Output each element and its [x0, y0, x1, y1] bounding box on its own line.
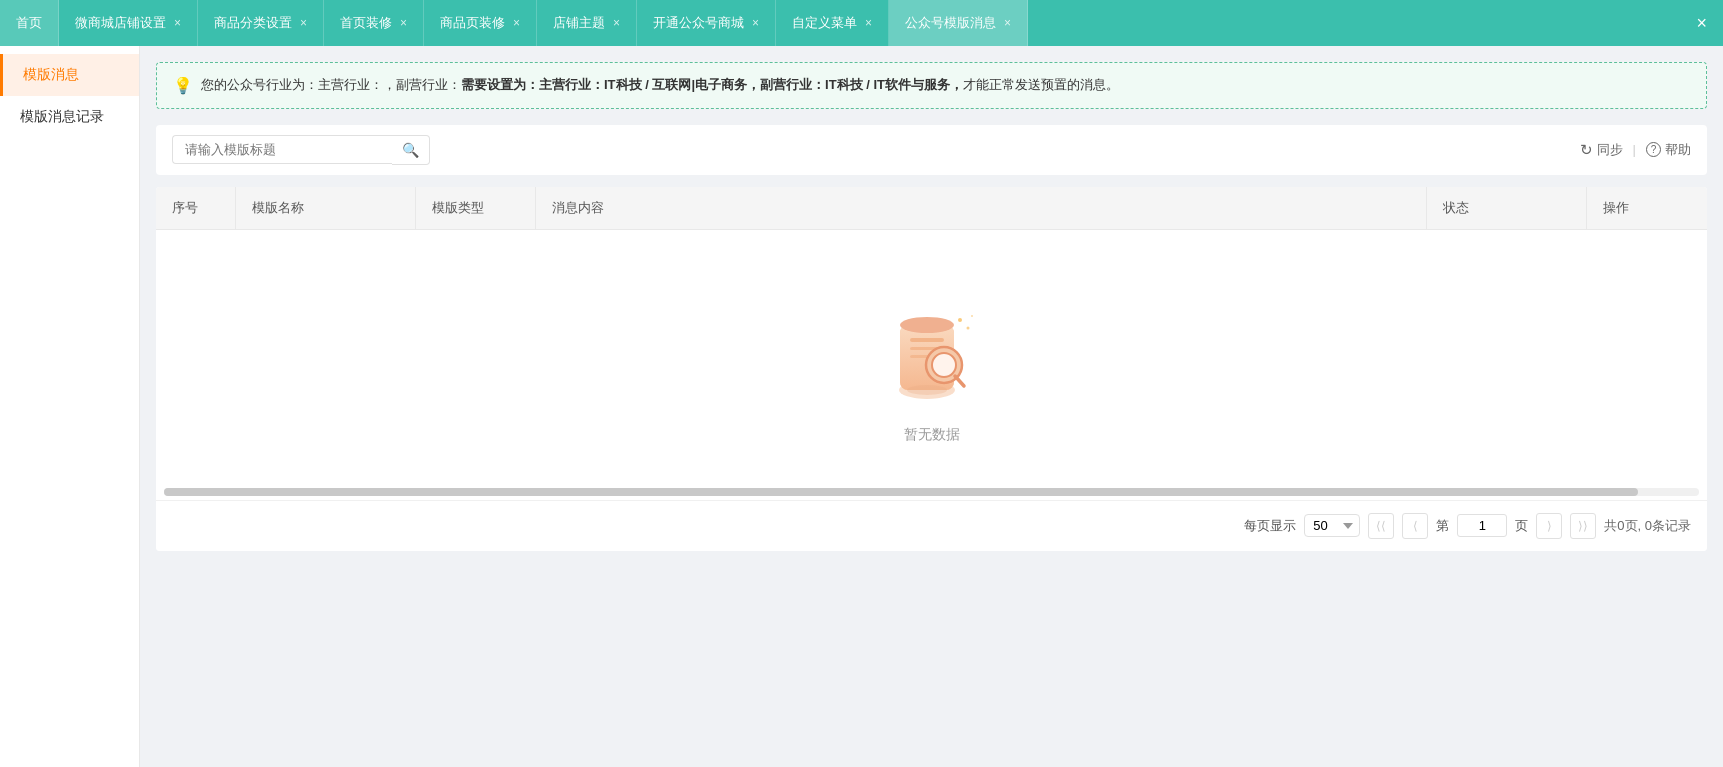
close-micro-shop-icon[interactable]: ×	[174, 16, 181, 30]
svg-point-12	[966, 326, 969, 329]
table-header: 序号 模版名称 模版类型 消息内容 状态 操作	[156, 187, 1707, 230]
svg-point-8	[932, 353, 956, 377]
nav-tab-home-label: 首页	[16, 14, 42, 32]
svg-point-13	[971, 315, 973, 317]
th-content: 消息内容	[536, 187, 1427, 229]
th-action: 操作	[1587, 187, 1707, 229]
sidebar-item-template-record-label: 模版消息记录	[20, 108, 104, 124]
close-home-decor-icon[interactable]: ×	[400, 16, 407, 30]
nav-tab-open-mall[interactable]: 开通公众号商城 ×	[637, 0, 776, 46]
close-shop-theme-icon[interactable]: ×	[613, 16, 620, 30]
th-name: 模版名称	[236, 187, 416, 229]
th-status: 状态	[1427, 187, 1587, 229]
first-page-button[interactable]: ⟨⟨	[1368, 513, 1394, 539]
sync-icon: ↻	[1580, 141, 1593, 159]
empty-state: 暂无数据	[156, 230, 1707, 484]
sidebar-item-template-message-label: 模版消息	[23, 66, 79, 82]
search-icon: 🔍	[402, 142, 419, 158]
nav-tab-custom-menu[interactable]: 自定义菜单 ×	[776, 0, 889, 46]
nav-tab-micro-shop[interactable]: 微商城店铺设置 ×	[59, 0, 198, 46]
nav-tab-shop-theme-label: 店铺主题	[553, 14, 605, 32]
nav-tab-custom-menu-label: 自定义菜单	[792, 14, 857, 32]
nav-tab-product-page-label: 商品页装修	[440, 14, 505, 32]
svg-point-10	[907, 385, 947, 395]
notice-banner: 💡 您的公众号行业为：主营行业：，副营行业：需要设置为：主营行业：IT科技 / …	[156, 62, 1707, 109]
empty-illustration	[872, 290, 992, 410]
next-page-button[interactable]: ⟩	[1536, 513, 1562, 539]
nav-tab-open-mall-label: 开通公众号商城	[653, 14, 744, 32]
content-area: 💡 您的公众号行业为：主营行业：，副营行业：需要设置为：主营行业：IT科技 / …	[140, 46, 1723, 767]
sync-label: 同步	[1597, 141, 1623, 159]
close-template-msg-icon[interactable]: ×	[1004, 16, 1011, 30]
current-page-input[interactable]	[1457, 514, 1507, 537]
svg-point-11	[958, 318, 962, 322]
last-page-button[interactable]: ⟩⟩	[1570, 513, 1596, 539]
total-info: 共0页, 0条记录	[1604, 517, 1691, 535]
page-di-label: 第	[1436, 517, 1449, 535]
help-circle-icon: ?	[1646, 142, 1661, 157]
notice-prefix: 您的公众号行业为：主营行业：，副营行业：	[201, 77, 461, 92]
nav-tab-shop-theme[interactable]: 店铺主题 ×	[537, 0, 637, 46]
page-size-select[interactable]: 50 10 20 100	[1304, 514, 1360, 537]
nav-tab-micro-shop-label: 微商城店铺设置	[75, 14, 166, 32]
svg-line-9	[955, 376, 964, 386]
empty-text: 暂无数据	[904, 426, 960, 444]
nav-tab-template-msg-label: 公众号模版消息	[905, 14, 996, 32]
close-custom-menu-icon[interactable]: ×	[865, 16, 872, 30]
sidebar-item-template-message[interactable]: 模版消息	[0, 54, 139, 96]
svg-point-3	[900, 317, 954, 333]
sidebar: 模版消息 模版消息记录	[0, 46, 140, 767]
close-open-mall-icon[interactable]: ×	[752, 16, 759, 30]
search-input[interactable]	[172, 135, 392, 164]
prev-page-button[interactable]: ⟨	[1402, 513, 1428, 539]
main-layout: 模版消息 模版消息记录 💡 您的公众号行业为：主营行业：，副营行业：需要设置为：…	[0, 46, 1723, 767]
close-all-button[interactable]: ×	[1680, 0, 1723, 46]
top-nav: 首页 微商城店铺设置 × 商品分类设置 × 首页装修 × 商品页装修 × 店铺主…	[0, 0, 1723, 46]
scrollbar-thumb[interactable]	[164, 488, 1638, 496]
notice-text: 您的公众号行业为：主营行业：，副营行业：需要设置为：主营行业：IT科技 / 互联…	[201, 75, 1119, 96]
search-left: 🔍	[172, 135, 430, 165]
toolbar-right: ↻ 同步 | ? 帮助	[1580, 141, 1691, 159]
table-wrapper: 序号 模版名称 模版类型 消息内容 状态 操作	[156, 187, 1707, 551]
toolbar-divider: |	[1633, 142, 1636, 157]
sidebar-item-template-record[interactable]: 模版消息记录	[0, 96, 139, 138]
notice-suffix: 才能正常发送预置的消息。	[963, 77, 1119, 92]
pagination: 每页显示 50 10 20 100 ⟨⟨ ⟨ 第 页 ⟩ ⟩⟩ 共0页, 0条记…	[156, 500, 1707, 551]
sync-button[interactable]: ↻ 同步	[1580, 141, 1623, 159]
svg-rect-4	[910, 338, 944, 342]
help-button[interactable]: ? 帮助	[1646, 141, 1691, 159]
nav-tab-template-msg[interactable]: 公众号模版消息 ×	[889, 0, 1028, 46]
close-product-category-icon[interactable]: ×	[300, 16, 307, 30]
notice-icon: 💡	[173, 76, 193, 95]
help-label: 帮助	[1665, 141, 1691, 159]
nav-tab-product-page[interactable]: 商品页装修 ×	[424, 0, 537, 46]
search-button[interactable]: 🔍	[392, 135, 430, 165]
nav-tab-product-category-label: 商品分类设置	[214, 14, 292, 32]
nav-tab-home-decor-label: 首页装修	[340, 14, 392, 32]
nav-tab-home[interactable]: 首页	[0, 0, 59, 46]
page-label: 页	[1515, 517, 1528, 535]
notice-highlight: 需要设置为：主营行业：IT科技 / 互联网|电子商务，副营行业：IT科技 / I…	[461, 77, 963, 92]
horizontal-scrollbar[interactable]	[156, 484, 1707, 500]
close-product-page-icon[interactable]: ×	[513, 16, 520, 30]
nav-tab-product-category[interactable]: 商品分类设置 ×	[198, 0, 324, 46]
page-size-label: 每页显示	[1244, 517, 1296, 535]
scrollbar-track	[164, 488, 1699, 496]
search-bar: 🔍 ↻ 同步 | ? 帮助	[156, 125, 1707, 175]
th-index: 序号	[156, 187, 236, 229]
th-type: 模版类型	[416, 187, 536, 229]
nav-tab-home-decor[interactable]: 首页装修 ×	[324, 0, 424, 46]
